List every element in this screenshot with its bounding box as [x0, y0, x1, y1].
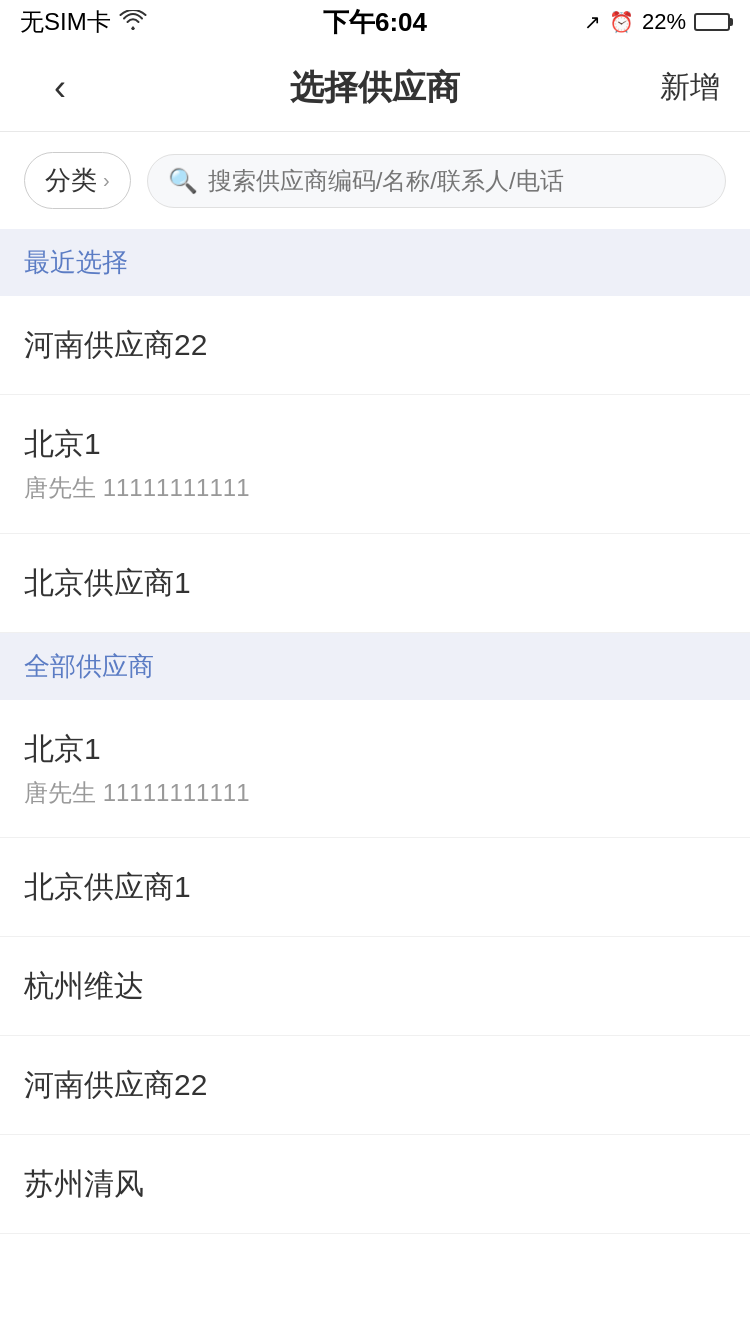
status-left: 无SIM卡	[20, 6, 147, 38]
back-button[interactable]: ‹	[30, 67, 90, 109]
carrier-text: 无SIM卡	[20, 6, 111, 38]
item-name: 河南供应商22	[24, 1064, 726, 1106]
list-item[interactable]: 北京供应商1	[0, 534, 750, 633]
item-sub: 唐先生 11111111111	[24, 471, 726, 505]
recent-section-header: 最近选择	[0, 229, 750, 296]
recent-items-list: 河南供应商22 北京1 唐先生 11111111111 北京供应商1	[0, 296, 750, 633]
wifi-icon	[119, 8, 147, 36]
item-name: 北京1	[24, 728, 726, 770]
list-item[interactable]: 河南供应商22	[0, 1036, 750, 1135]
list-item[interactable]: 杭州维达	[0, 937, 750, 1036]
item-name: 苏州清风	[24, 1163, 726, 1205]
item-name: 杭州维达	[24, 965, 726, 1007]
status-right: ↗ ⏰ 22%	[584, 9, 730, 35]
list-item[interactable]: 北京供应商1	[0, 838, 750, 937]
item-name: 河南供应商22	[24, 324, 726, 366]
search-box[interactable]: 🔍	[147, 154, 726, 208]
list-item[interactable]: 北京1 唐先生 11111111111	[0, 395, 750, 534]
item-name: 北京1	[24, 423, 726, 465]
filter-bar: 分类 › 🔍	[0, 132, 750, 229]
status-bar: 无SIM卡 下午6:04 ↗ ⏰ 22%	[0, 0, 750, 44]
nav-bar: ‹ 选择供应商 新增	[0, 44, 750, 132]
list-item[interactable]: 苏州清风	[0, 1135, 750, 1234]
item-name: 北京供应商1	[24, 562, 726, 604]
chevron-right-icon: ›	[103, 169, 110, 192]
status-time: 下午6:04	[323, 5, 427, 40]
battery-percent: 22%	[642, 9, 686, 35]
page-title: 选择供应商	[290, 65, 460, 111]
all-items-list: 北京1 唐先生 11111111111 北京供应商1 杭州维达河南供应商22 苏州清风	[0, 700, 750, 1235]
search-input[interactable]	[208, 167, 705, 195]
list-item[interactable]: 河南供应商22	[0, 296, 750, 395]
add-button[interactable]: 新增	[660, 67, 720, 108]
alarm-icon: ⏰	[609, 10, 634, 34]
location-icon: ↗	[584, 10, 601, 34]
category-label: 分类	[45, 163, 97, 198]
item-sub: 唐先生 11111111111	[24, 776, 726, 810]
item-name: 北京供应商1	[24, 866, 726, 908]
category-button[interactable]: 分类 ›	[24, 152, 131, 209]
list-item[interactable]: 北京1 唐先生 11111111111	[0, 700, 750, 839]
all-section-header: 全部供应商	[0, 633, 750, 700]
search-icon: 🔍	[168, 167, 198, 195]
battery-icon	[694, 13, 730, 31]
